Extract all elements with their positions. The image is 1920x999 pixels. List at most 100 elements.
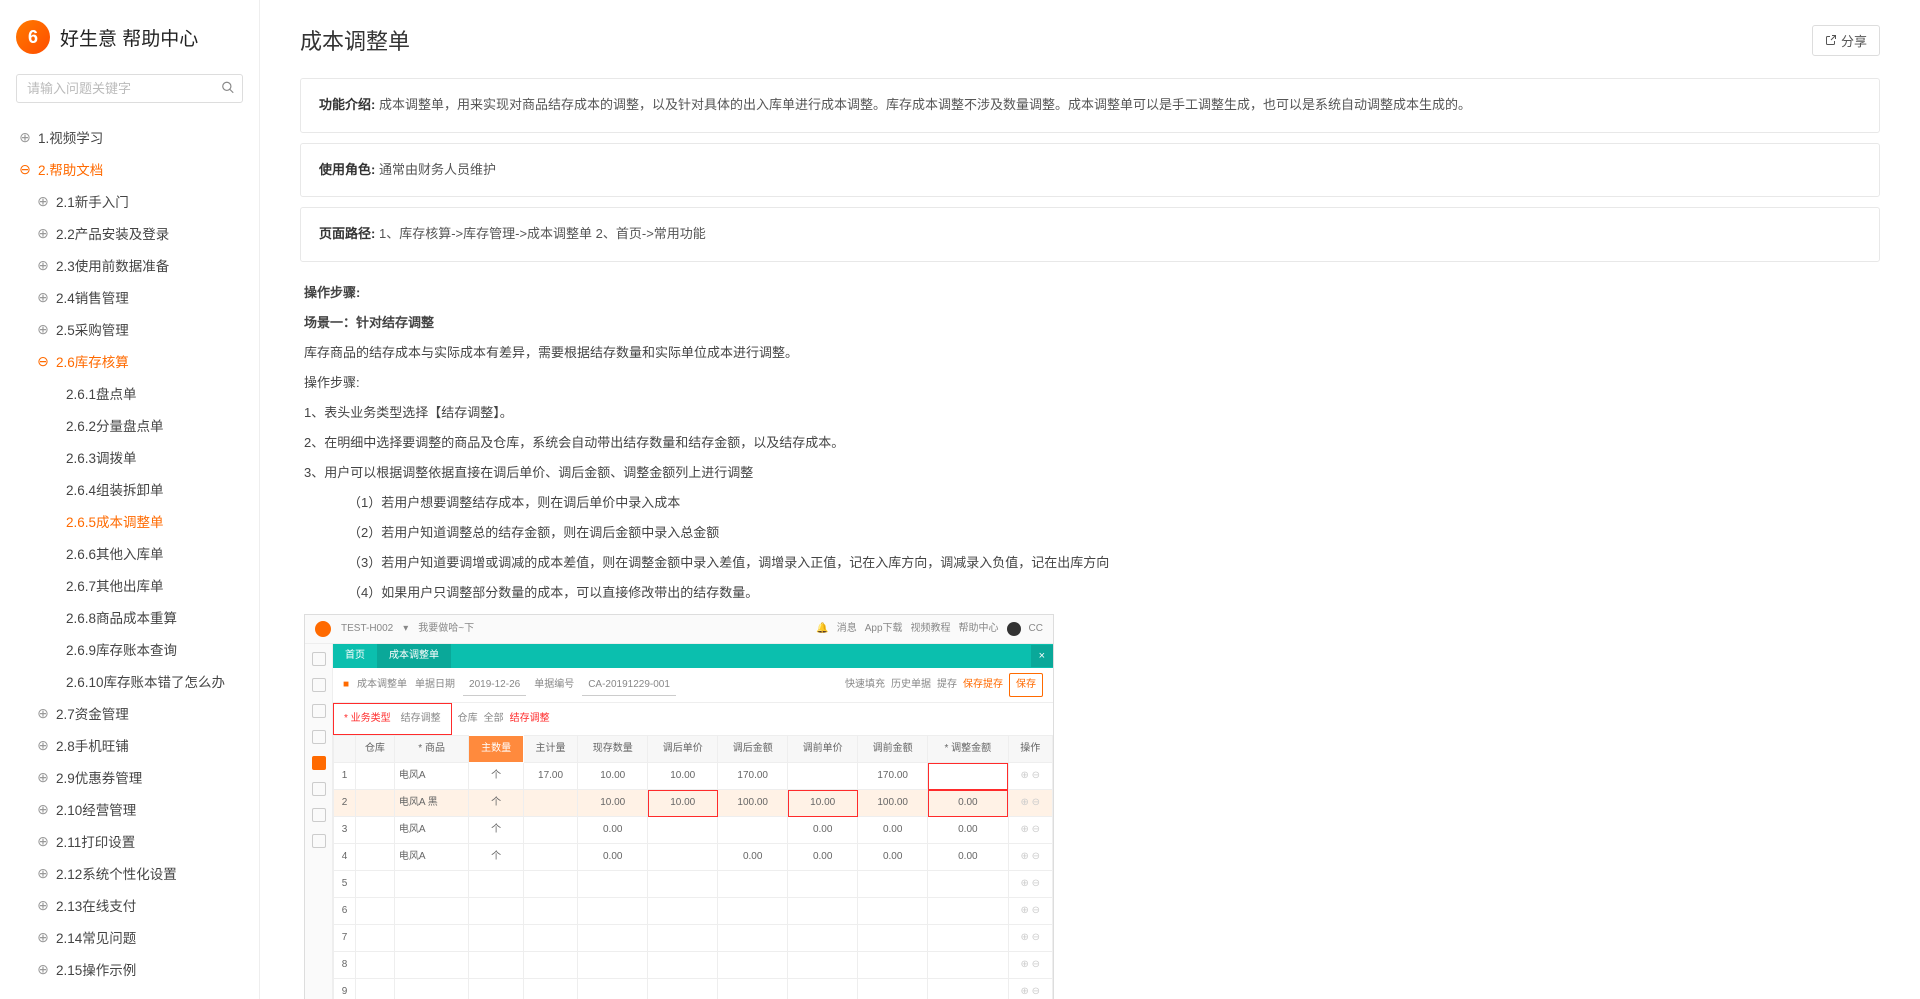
nav-2-1[interactable]: ⊕2.1新手入门 xyxy=(16,185,243,217)
logo-title: 好生意 帮助中心 xyxy=(60,24,198,51)
steps-title: 操作步骤: xyxy=(304,280,1876,306)
nav-video[interactable]: ⊕1.视频学习 xyxy=(16,121,243,153)
embedded-screenshot: TEST-H002 ▾ 我要做哈~下 🔔消息 App下载 视频教程 帮助中心 C… xyxy=(304,614,1054,999)
step-3: 3、用户可以根据调整依据直接在调后单价、调后金额、调整金额列上进行调整 xyxy=(304,460,1876,486)
share-icon xyxy=(1825,34,1837,46)
path-box: 页面路径: 1、库存核算->库存管理->成本调整单 2、首页->常用功能 xyxy=(300,207,1880,262)
nav-2-6-4[interactable]: 2.6.4组装拆卸单 xyxy=(16,473,243,505)
mock-tabs: 首页 成本调整单 × xyxy=(333,644,1053,668)
intro-box: 功能介绍: 成本调整单，用来实现对商品结存成本的调整，以及针对具体的出入库单进行… xyxy=(300,78,1880,133)
close-icon: × xyxy=(1031,645,1053,667)
module-icon xyxy=(312,808,326,822)
avatar-icon xyxy=(1007,622,1021,636)
step-3-1: （1）若用户想要调整结存成本，则在调后单价中录入成本 xyxy=(304,490,1876,516)
plus-icon: ⊕ xyxy=(34,961,52,978)
step-3-2: （2）若用户知道调整总的结存金额，则在调后金额中录入总金额 xyxy=(304,520,1876,546)
steps-sub: 操作步骤: xyxy=(304,370,1876,396)
home-icon xyxy=(312,652,326,666)
nav-2-6[interactable]: ⊖2.6库存核算 xyxy=(16,345,243,377)
path-label: 页面路径: xyxy=(319,226,375,241)
search-icon[interactable] xyxy=(221,80,235,97)
share-button[interactable]: 分享 xyxy=(1812,25,1880,56)
step-1: 1、表头业务类型选择【结存调整】。 xyxy=(304,400,1876,426)
nav-2-4[interactable]: ⊕2.4销售管理 xyxy=(16,281,243,313)
mock-topbar: TEST-H002 ▾ 我要做哈~下 🔔消息 App下载 视频教程 帮助中心 C… xyxy=(305,615,1053,644)
role-text: 通常由财务人员维护 xyxy=(379,162,496,177)
plus-icon: ⊕ xyxy=(34,929,52,946)
nav-docs[interactable]: ⊖2.帮助文档 xyxy=(16,153,243,185)
nav-2-13[interactable]: ⊕2.13在线支付 xyxy=(16,889,243,921)
mock-tab-cost: 成本调整单 xyxy=(377,644,451,668)
mock-sidebar xyxy=(305,644,333,999)
plus-icon: ⊕ xyxy=(34,257,52,274)
mock-doc-bar: ■ 成本调整单 单据日期 2019-12-26 单据编号 CA-20191229… xyxy=(333,668,1053,703)
module-icon xyxy=(312,834,326,848)
nav-2-6-1[interactable]: 2.6.1盘点单 xyxy=(16,377,243,409)
nav-2-6-5[interactable]: 2.6.5成本调整单 xyxy=(16,505,243,537)
role-label: 使用角色: xyxy=(319,162,375,177)
mock-tab-home: 首页 xyxy=(333,644,377,668)
nav-2-6-6[interactable]: 2.6.6其他入库单 xyxy=(16,537,243,569)
nav-2-9[interactable]: ⊕2.9优惠券管理 xyxy=(16,761,243,793)
nav-2-5[interactable]: ⊕2.5采购管理 xyxy=(16,313,243,345)
main-content: 成本调整单 分享 功能介绍: 成本调整单，用来实现对商品结存成本的调整，以及针对… xyxy=(260,0,1920,999)
plus-icon: ⊕ xyxy=(34,289,52,306)
nav-2-6-2[interactable]: 2.6.2分量盘点单 xyxy=(16,409,243,441)
nav-2-8[interactable]: ⊕2.8手机旺铺 xyxy=(16,729,243,761)
intro-label: 功能介绍: xyxy=(319,97,375,112)
chevron-down-icon: ▾ xyxy=(403,619,408,639)
module-icon xyxy=(312,730,326,744)
nav-2-10[interactable]: ⊕2.10经营管理 xyxy=(16,793,243,825)
nav-2-15[interactable]: ⊕2.15操作示例 xyxy=(16,953,243,985)
nav-2-7[interactable]: ⊕2.7资金管理 xyxy=(16,697,243,729)
annotation-1: 结存调整 xyxy=(510,709,550,729)
nav-2-2[interactable]: ⊕2.2产品安装及登录 xyxy=(16,217,243,249)
module-icon-active xyxy=(312,756,326,770)
intro-text: 成本调整单，用来实现对商品结存成本的调整，以及针对具体的出入库单进行成本调整。库… xyxy=(379,97,1471,112)
nav-2-14[interactable]: ⊕2.14常见问题 xyxy=(16,921,243,953)
plus-icon: ⊕ xyxy=(34,193,52,210)
top-row: 成本调整单 分享 xyxy=(300,24,1880,56)
path-text: 1、库存核算->库存管理->成本调整单 2、首页->常用功能 xyxy=(379,226,706,241)
mock-table: 仓库 * 商品 主数量 主计量 现存数量 调后单价 调后金额 调前单价 调前金额 xyxy=(333,735,1053,999)
module-icon xyxy=(312,678,326,692)
plus-icon: ⊕ xyxy=(34,865,52,882)
step-3-3: （3）若用户知道要调增或调减的成本差值，则在调整金额中录入差值，调增录入正值，记… xyxy=(304,550,1876,576)
scenario-desc: 库存商品的结存成本与实际成本有差异，需要根据结存数量和实际单位成本进行调整。 xyxy=(304,340,1876,366)
nav-2-11[interactable]: ⊕2.11打印设置 xyxy=(16,825,243,857)
nav-2-6-10[interactable]: 2.6.10库存账本错了怎么办 xyxy=(16,665,243,697)
mock-tenant: TEST-H002 xyxy=(341,619,393,639)
nav-2-6-7[interactable]: 2.6.7其他出库单 xyxy=(16,569,243,601)
plus-icon: ⊕ xyxy=(34,705,52,722)
plus-icon: ⊕ xyxy=(34,225,52,242)
bell-icon: 🔔 xyxy=(816,619,828,639)
logo-row: 6 好生意 帮助中心 xyxy=(16,20,243,54)
search-wrap xyxy=(16,74,243,103)
nav-2-6-3[interactable]: 2.6.3调拨单 xyxy=(16,441,243,473)
steps-block: 操作步骤: 场景一：针对结存调整 库存商品的结存成本与实际成本有差异，需要根据结… xyxy=(300,272,1880,999)
nav-2-6-8[interactable]: 2.6.8商品成本重算 xyxy=(16,601,243,633)
plus-icon: ⊕ xyxy=(16,129,34,146)
plus-icon: ⊕ xyxy=(34,737,52,754)
module-icon xyxy=(312,704,326,718)
minus-icon: ⊖ xyxy=(34,353,52,370)
nav-2-6-9[interactable]: 2.6.9库存账本查询 xyxy=(16,633,243,665)
mock-logo-icon xyxy=(315,621,331,637)
search-input[interactable] xyxy=(16,74,243,103)
nav-tree: ⊕1.视频学习 ⊖2.帮助文档 ⊕2.1新手入门 ⊕2.2产品安装及登录 ⊕2.… xyxy=(16,121,243,985)
step-3-4: （4）如果用户只调整部分数量的成本，可以直接修改带出的结存数量。 xyxy=(304,580,1876,606)
plus-icon: ⊕ xyxy=(34,321,52,338)
module-icon xyxy=(312,782,326,796)
plus-icon: ⊕ xyxy=(34,833,52,850)
sidebar: 6 好生意 帮助中心 ⊕1.视频学习 ⊖2.帮助文档 ⊕2.1新手入门 ⊕2.2… xyxy=(0,0,260,999)
step-2: 2、在明细中选择要调整的商品及仓库，系统会自动带出结存数量和结存金额，以及结存成… xyxy=(304,430,1876,456)
nav-2-12[interactable]: ⊕2.12系统个性化设置 xyxy=(16,857,243,889)
page-title: 成本调整单 xyxy=(300,24,410,56)
role-box: 使用角色: 通常由财务人员维护 xyxy=(300,143,1880,198)
mock-action-button: 我要做哈~下 xyxy=(418,619,474,639)
plus-icon: ⊕ xyxy=(34,769,52,786)
plus-icon: ⊕ xyxy=(34,801,52,818)
logo-icon: 6 xyxy=(16,20,50,54)
scenario-title: 场景一：针对结存调整 xyxy=(304,310,1876,336)
nav-2-3[interactable]: ⊕2.3使用前数据准备 xyxy=(16,249,243,281)
